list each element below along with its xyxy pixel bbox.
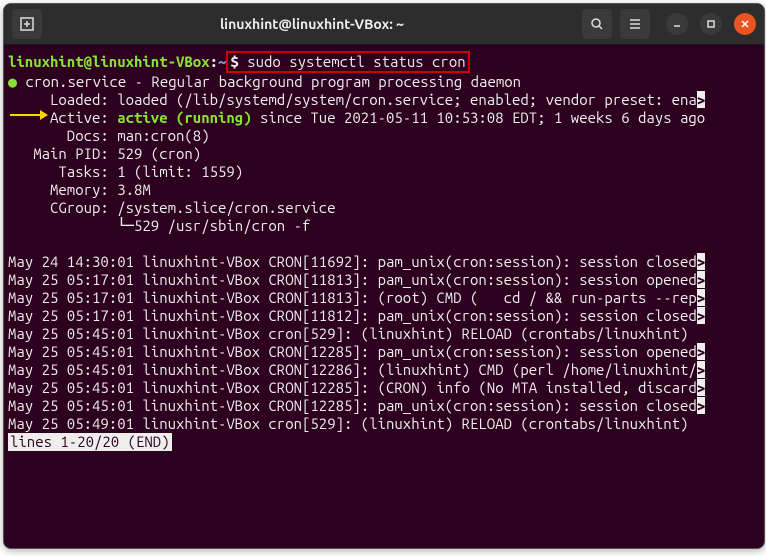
log-line: May 25 05:45:01 linuxhint-VBox CRON[1228…: [8, 343, 760, 361]
log-line: May 25 05:17:01 linuxhint-VBox CRON[1181…: [8, 289, 760, 307]
menu-button[interactable]: [620, 9, 650, 39]
annotation-arrow: [10, 105, 48, 123]
window-title: linuxhint@linuxhint-VBox: ~: [50, 16, 574, 32]
scroll-marker: >: [697, 289, 705, 306]
prompt-dollar: $: [230, 53, 247, 70]
memory-line: Memory: 3.8M: [8, 181, 760, 199]
terminal-window: linuxhint@linuxhint-VBox: ~ linuxhint@li…: [3, 3, 765, 549]
log-line: May 25 05:49:01 linuxhint-VBox cron[529]…: [8, 415, 760, 433]
scroll-marker: >: [697, 343, 705, 360]
log-line: May 25 05:45:01 linuxhint-VBox CRON[1228…: [8, 379, 760, 397]
pager-status-text: lines 1-20/20 (END): [8, 433, 172, 451]
prompt-user: linuxhint@linuxhint-VBox: [8, 53, 210, 70]
hamburger-icon: [627, 16, 643, 32]
scroll-marker: >: [697, 397, 705, 414]
blank-line: [8, 235, 760, 253]
window-controls: [666, 13, 756, 35]
cgroup-line: CGroup: /system.slice/cron.service: [8, 199, 760, 217]
maximize-button[interactable]: [700, 13, 722, 35]
maximize-icon: [706, 19, 716, 29]
minimize-icon: [672, 19, 682, 29]
scroll-marker: >: [697, 253, 705, 270]
tasks-line: Tasks: 1 (limit: 1559): [8, 163, 760, 181]
prompt-sep: :: [210, 53, 218, 70]
titlebar: linuxhint@linuxhint-VBox: ~: [4, 4, 764, 45]
log-line: May 25 05:17:01 linuxhint-VBox CRON[1181…: [8, 307, 760, 325]
prompt-path: ~: [218, 53, 226, 70]
minimize-button[interactable]: [666, 13, 688, 35]
scroll-marker: >: [697, 307, 705, 324]
cgroup-child-line: └─529 /usr/sbin/cron -f: [8, 217, 760, 235]
active-line: Active: active (running) since Tue 2021-…: [8, 109, 760, 127]
docs-line: Docs: man:cron(8): [8, 127, 760, 145]
active-status: active (running): [117, 109, 251, 126]
command-highlight: $ sudo systemctl status cron: [226, 51, 469, 73]
close-icon: [740, 19, 750, 29]
prompt-line: linuxhint@linuxhint-VBox:~$ sudo systemc…: [8, 51, 760, 73]
service-header: ● cron.service - Regular background prog…: [8, 73, 760, 91]
pager-status: lines 1-20/20 (END): [8, 433, 760, 451]
scroll-marker: >: [697, 91, 705, 108]
log-line: May 25 05:45:01 linuxhint-VBox CRON[1228…: [8, 361, 760, 379]
log-line: May 25 05:45:01 linuxhint-VBox CRON[1228…: [8, 397, 760, 415]
bullet-icon: ●: [8, 73, 25, 90]
log-line: May 25 05:45:01 linuxhint-VBox cron[529]…: [8, 325, 760, 343]
terminal-body[interactable]: linuxhint@linuxhint-VBox:~$ sudo systemc…: [4, 45, 764, 548]
scroll-marker: >: [697, 271, 705, 288]
log-line: May 24 14:30:01 linuxhint-VBox CRON[1169…: [8, 253, 760, 271]
close-button[interactable]: [734, 13, 756, 35]
new-tab-button[interactable]: [12, 9, 42, 39]
mainpid-line: Main PID: 529 (cron): [8, 145, 760, 163]
loaded-line: Loaded: loaded (/lib/systemd/system/cron…: [8, 91, 760, 109]
new-tab-icon: [19, 16, 35, 32]
scroll-marker: >: [697, 361, 705, 378]
search-icon: [589, 16, 605, 32]
search-button[interactable]: [582, 9, 612, 39]
log-container: May 24 14:30:01 linuxhint-VBox CRON[1169…: [8, 253, 760, 433]
command-text: sudo systemctl status cron: [247, 53, 465, 70]
log-line: May 25 05:17:01 linuxhint-VBox CRON[1181…: [8, 271, 760, 289]
scroll-marker: >: [697, 379, 705, 396]
